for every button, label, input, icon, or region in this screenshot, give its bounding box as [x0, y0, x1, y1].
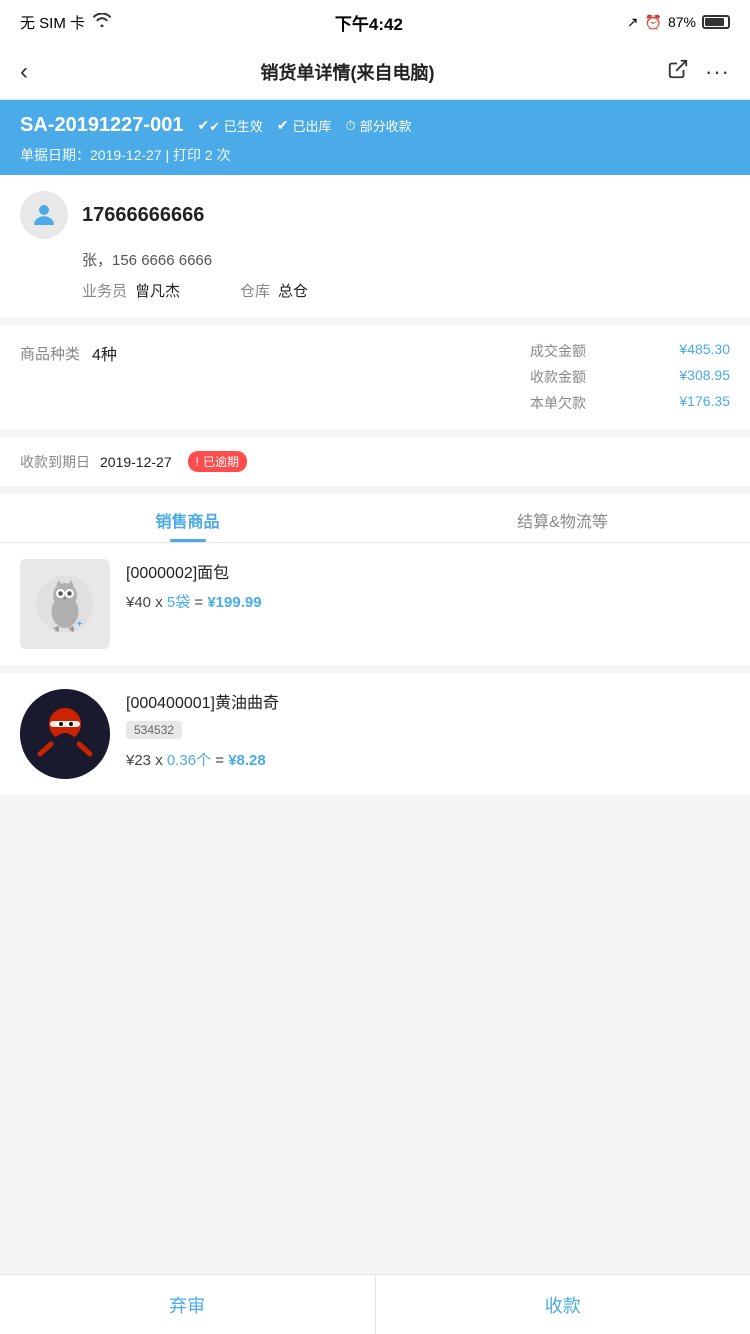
tabs: 销售商品 结算&物流等	[0, 494, 750, 543]
product-sku-2: 534532	[126, 721, 182, 739]
battery-percent: 87%	[668, 14, 696, 30]
wifi-icon	[93, 13, 111, 31]
product-thumbnail-2	[20, 689, 110, 779]
products-list: + [0000002]面包 ¥40 x 5袋 = ¥199.99	[0, 543, 750, 871]
tab-settlement[interactable]: 结算&物流等	[375, 494, 750, 542]
product-price-1: ¥40 x 5袋 = ¥199.99	[126, 591, 730, 612]
staff-item: 业务员 曾凡杰	[82, 280, 180, 301]
status-badge-active: ✔ ✔ 已生效	[197, 116, 262, 135]
page-title: 销货单详情(来自电脑)	[261, 59, 435, 85]
due-label: 收款到期日	[20, 452, 90, 472]
received-amount-label: 收款金额	[530, 367, 586, 387]
svg-text:+: +	[77, 619, 82, 629]
overdue-text: 已逾期	[203, 453, 239, 470]
battery-icon	[702, 15, 730, 29]
location-icon: ↗	[627, 14, 639, 31]
owed-amount-value: ¥176.35	[679, 393, 730, 413]
product-thumbnail-1: +	[20, 559, 110, 649]
staff-value: 曾凡杰	[135, 280, 180, 301]
no-sim-text: 无 SIM 卡	[20, 12, 85, 33]
qty-1: 5袋	[167, 594, 190, 611]
avatar	[20, 191, 68, 239]
nav-actions: ···	[667, 58, 730, 86]
overdue-badge: ! 已逾期	[188, 451, 247, 472]
customer-contact: 张，156 6666 6666	[20, 249, 730, 270]
customer-row: 17666666666	[20, 191, 730, 239]
confirm-button[interactable]: 收款	[376, 1275, 750, 1334]
nav-bar: ‹ 销货单详情(来自电脑) ···	[0, 44, 750, 100]
summary-grid: 商品种类 4种 成交金额 ¥485.30 收款金额 ¥308.95 本单欠款 ¥…	[20, 341, 730, 413]
received-amount-value: ¥308.95	[679, 367, 730, 387]
status-left: 无 SIM 卡	[20, 12, 111, 33]
order-header: SA-20191227-001 ✔ ✔ 已生效 ✔ 已出库 ⏱ 部分收款 单据日…	[0, 100, 750, 175]
due-date: 2019-12-27	[100, 454, 172, 470]
product-info-1: [0000002]面包 ¥40 x 5袋 = ¥199.99	[126, 559, 730, 612]
status-right: ↗ ⏰ 87%	[627, 14, 730, 31]
summary-right: 成交金额 ¥485.30 收款金额 ¥308.95 本单欠款 ¥176.35	[530, 341, 730, 413]
deal-amount-value: ¥485.30	[679, 341, 730, 361]
share-button[interactable]	[667, 58, 689, 86]
product-info-2: [000400001]黄油曲奇 534532 ¥23 x 0.36个 = ¥8.…	[126, 689, 730, 770]
price-unit-2: ¥23	[126, 752, 151, 769]
staff-label: 业务员	[82, 280, 127, 301]
tab-sales-goods-label: 销售商品	[155, 514, 219, 531]
order-meta: 单据日期：2019-12-27 | 打印 2 次	[20, 145, 730, 165]
bottom-bar: 弃审 收款	[0, 1274, 750, 1334]
total-1: ¥199.99	[207, 594, 261, 611]
customer-id: 17666666666	[82, 204, 204, 227]
types-label: 商品种类	[20, 343, 80, 364]
product-name-1: [0000002]面包	[126, 559, 730, 583]
status-badge-shipped: ✔ 已出库	[277, 116, 332, 135]
customer-section: 17666666666 张，156 6666 6666 业务员 曾凡杰 仓库 总…	[0, 175, 750, 325]
warehouse-item: 仓库 总仓	[240, 280, 308, 301]
price-unit-1: ¥40	[126, 594, 151, 611]
cancel-button[interactable]: 弃审	[0, 1275, 376, 1334]
amount-row-deal: 成交金额 ¥485.30	[530, 341, 730, 361]
product-item-2: [000400001]黄油曲奇 534532 ¥23 x 0.36个 = ¥8.…	[0, 673, 750, 795]
deal-amount-label: 成交金额	[530, 341, 586, 361]
tab-settlement-label: 结算&物流等	[517, 514, 608, 531]
summary-section: 商品种类 4种 成交金额 ¥485.30 收款金额 ¥308.95 本单欠款 ¥…	[0, 325, 750, 437]
status-bar: 无 SIM 卡 下午4:42 ↗ ⏰ 87%	[0, 0, 750, 44]
order-id-row: SA-20191227-001 ✔ ✔ 已生效 ✔ 已出库 ⏱ 部分收款	[20, 114, 730, 137]
product-name-2: [000400001]黄油曲奇	[126, 689, 730, 713]
product-price-2: ¥23 x 0.36个 = ¥8.28	[126, 749, 730, 770]
warehouse-label: 仓库	[240, 280, 270, 301]
amount-row-received: 收款金额 ¥308.95	[530, 367, 730, 387]
amount-row-owed: 本单欠款 ¥176.35	[530, 393, 730, 413]
overdue-icon: !	[196, 455, 199, 469]
staff-row: 业务员 曾凡杰 仓库 总仓	[20, 280, 730, 301]
qty-2: 0.36个	[167, 752, 211, 769]
owed-amount-label: 本单欠款	[530, 393, 586, 413]
status-time: 下午4:42	[335, 10, 403, 35]
summary-left: 商品种类 4种	[20, 341, 117, 365]
back-button[interactable]: ‹	[20, 58, 28, 86]
more-button[interactable]: ···	[705, 59, 730, 85]
tab-sales-goods[interactable]: 销售商品	[0, 494, 375, 542]
confirm-label: 收款	[545, 1292, 581, 1318]
total-2: ¥8.28	[228, 752, 266, 769]
product-item: + [0000002]面包 ¥40 x 5袋 = ¥199.99	[0, 543, 750, 665]
order-id: SA-20191227-001	[20, 114, 183, 137]
due-section: 收款到期日 2019-12-27 ! 已逾期	[0, 437, 750, 494]
alarm-icon: ⏰	[645, 14, 662, 31]
status-badge-partial: ⏱ 部分收款	[345, 116, 411, 135]
warehouse-value: 总仓	[278, 280, 308, 301]
types-count: 4种	[92, 341, 117, 365]
cancel-label: 弃审	[169, 1292, 205, 1318]
